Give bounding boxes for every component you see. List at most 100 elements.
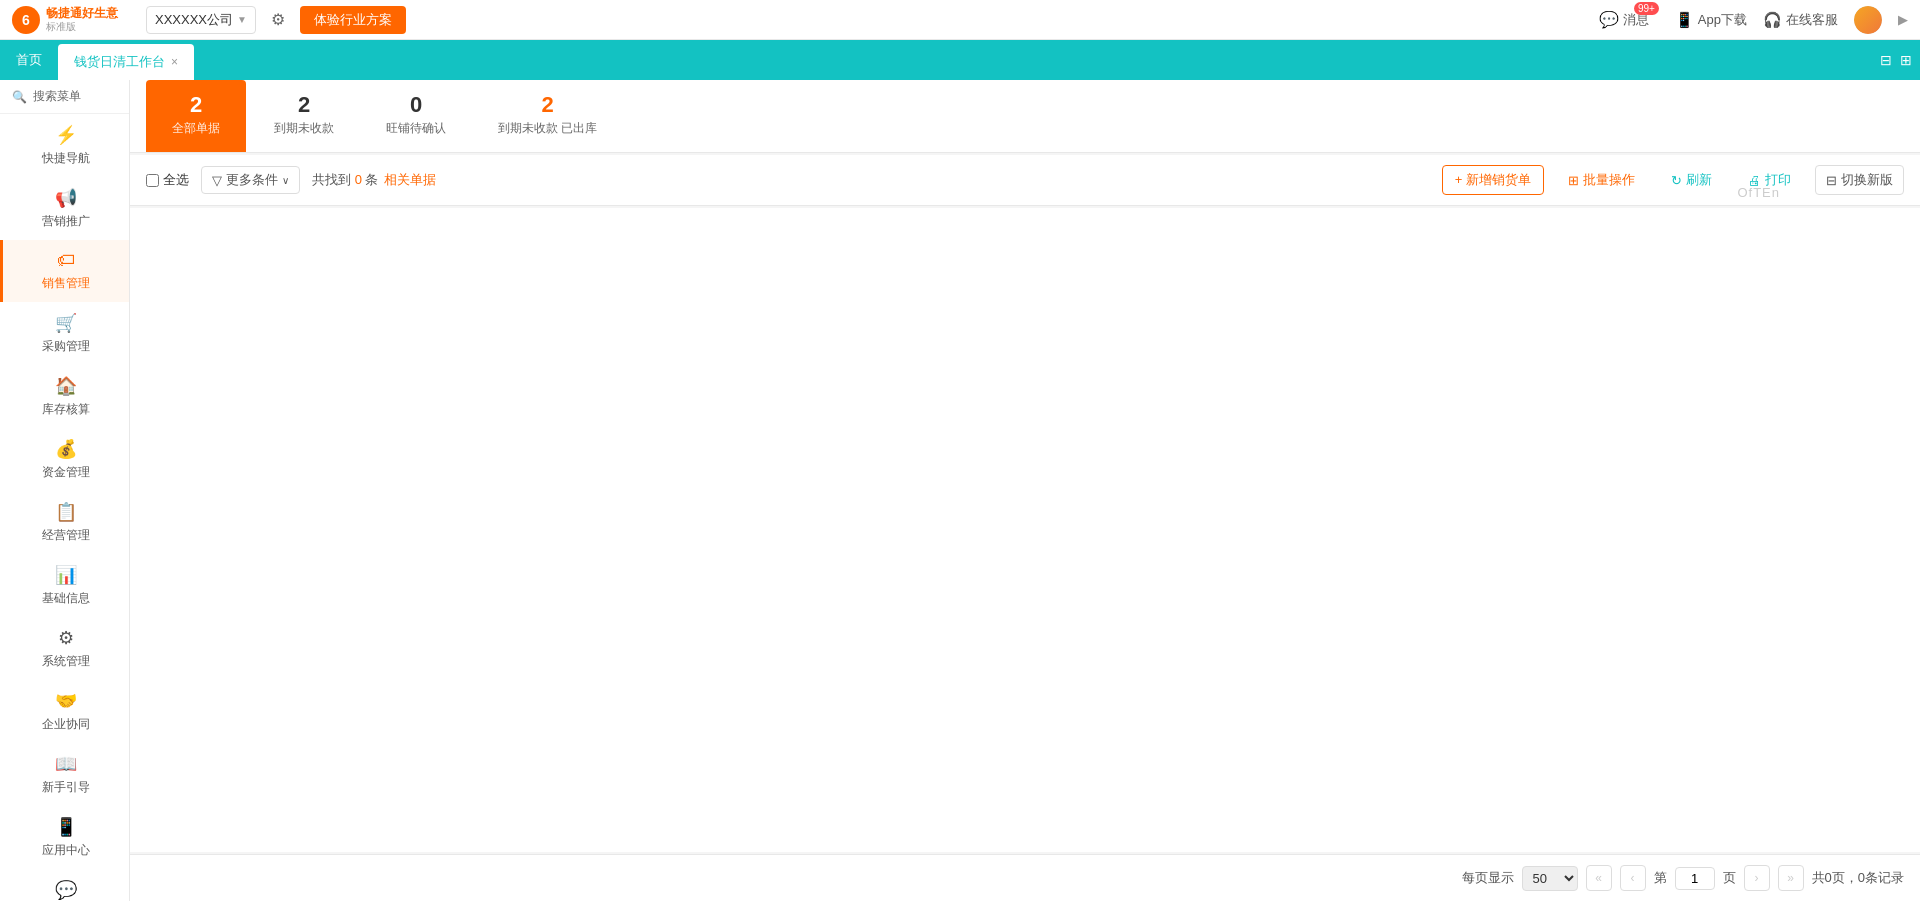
operations-icon: 📋 — [55, 501, 77, 523]
sidebar-item-marketing[interactable]: 📢 营销推广 — [0, 177, 129, 240]
sidebar-label-app-center: 应用中心 — [42, 842, 90, 859]
company-selector[interactable]: XXXXXX公司 ▼ — [146, 6, 256, 34]
company-name: XXXXXX公司 — [155, 11, 233, 29]
stat-num-pending: 0 — [410, 92, 422, 118]
sidebar-label-quick-nav: 快捷导航 — [42, 150, 90, 167]
select-all-checkbox[interactable] — [146, 174, 159, 187]
user-avatar[interactable] — [1854, 6, 1882, 34]
tab-expand-icon[interactable]: ⊞ — [1900, 52, 1912, 68]
sidebar-label-enterprise: 企业协同 — [42, 716, 90, 733]
sidebar-label-marketing: 营销推广 — [42, 213, 90, 230]
sidebar-item-weixin[interactable]: 💬 企业微信 — [0, 869, 129, 901]
tab-home-label: 首页 — [16, 51, 42, 69]
app-download-icon: 📱 — [1675, 11, 1694, 29]
sidebar-item-app-center[interactable]: 📱 应用中心 — [0, 806, 129, 869]
stat-label-overdue: 到期未收款 — [274, 120, 334, 137]
select-all-label[interactable]: 全选 — [146, 171, 189, 189]
logo-text: 畅捷通好生意 标准版 — [46, 6, 118, 32]
sidebar-item-inventory[interactable]: 🏠 库存核算 — [0, 365, 129, 428]
refresh-label: 刷新 — [1686, 171, 1712, 189]
stat-tab-pending[interactable]: 0 旺铺待确认 — [362, 80, 470, 152]
switch-version-btn[interactable]: ⊟ 切换新版 — [1815, 165, 1904, 195]
purchase-icon: 🛒 — [55, 312, 77, 334]
tab-bar: 首页 钱货日清工作台 × ⊟ ⊞ — [0, 40, 1920, 80]
batch-ops-btn[interactable]: ⊞ 批量操作 — [1556, 166, 1647, 194]
tab-bar-actions: ⊟ ⊞ — [1880, 52, 1912, 68]
trial-button[interactable]: 体验行业方案 — [300, 6, 406, 34]
finance-icon: 💰 — [55, 438, 77, 460]
print-btn[interactable]: 🖨 打印 — [1736, 166, 1803, 194]
company-dropdown-arrow: ▼ — [237, 14, 247, 25]
settings-icon[interactable]: ⚙ — [264, 6, 292, 34]
marketing-icon: 📢 — [55, 187, 77, 209]
found-link[interactable]: 相关单据 — [384, 172, 436, 187]
first-page-btn[interactable]: « — [1586, 865, 1612, 891]
filter-button[interactable]: ▽ 更多条件 ∨ — [201, 166, 300, 194]
sidebar-search-label: 搜索菜单 — [33, 88, 81, 105]
tab-active-label: 钱货日清工作台 — [74, 53, 165, 71]
found-count: 0 — [355, 172, 362, 187]
user-name-area[interactable]: ▶ — [1898, 12, 1908, 27]
next-page-btn[interactable]: › — [1744, 865, 1770, 891]
prev-page-btn[interactable]: ‹ — [1620, 865, 1646, 891]
filter-arrow: ∨ — [282, 175, 289, 186]
sidebar-item-system[interactable]: ⚙ 系统管理 — [0, 617, 129, 680]
app-center-icon: 📱 — [55, 816, 77, 838]
total-records: 共0页，0条记录 — [1812, 869, 1904, 887]
online-service-label: 在线客服 — [1786, 11, 1838, 29]
sidebar-item-finance[interactable]: 💰 资金管理 — [0, 428, 129, 491]
sidebar: 🔍 搜索菜单 ⚡ 快捷导航 📢 营销推广 🏷 销售管理 🛒 采购管理 🏠 库存核… — [0, 80, 130, 901]
message-icon: 💬 — [1599, 10, 1619, 29]
toolbar-left: 全选 ▽ 更多条件 ∨ 共找到 0 条 相关单据 — [146, 166, 436, 194]
add-sales-label: + 新增销货单 — [1455, 171, 1531, 189]
switch-icon: ⊟ — [1826, 173, 1837, 188]
sidebar-label-finance: 资金管理 — [42, 464, 90, 481]
batch-icon: ⊞ — [1568, 173, 1579, 188]
filter-icon: ▽ — [212, 173, 222, 188]
messages-action[interactable]: 💬 消息 99+ — [1599, 10, 1649, 29]
online-service-action[interactable]: 🎧 在线客服 — [1763, 11, 1838, 29]
toolbar-right: + 新增销货单 ⊞ 批量操作 ↻ 刷新 🖨 打印 ⊟ 切换新版 — [1442, 165, 1904, 195]
refresh-btn[interactable]: ↻ 刷新 — [1659, 166, 1724, 194]
stat-label-all: 全部单据 — [172, 120, 220, 137]
tab-minimize-icon[interactable]: ⊟ — [1880, 52, 1892, 68]
tab-active[interactable]: 钱货日清工作台 × — [58, 44, 194, 80]
stat-tab-overdue[interactable]: 2 到期未收款 — [250, 80, 358, 152]
sidebar-item-enterprise[interactable]: 🤝 企业协同 — [0, 680, 129, 743]
stat-tab-all[interactable]: 2 全部单据 — [146, 80, 246, 152]
add-sales-btn[interactable]: + 新增销货单 — [1442, 165, 1544, 195]
sidebar-item-quick-nav[interactable]: ⚡ 快捷导航 — [0, 114, 129, 177]
app-download-label: App下载 — [1698, 11, 1747, 29]
tab-close-icon[interactable]: × — [171, 55, 178, 69]
header-left: 6 畅捷通好生意 标准版 XXXXXX公司 ▼ ⚙ 体验行业方案 — [12, 6, 406, 34]
tab-home[interactable]: 首页 — [0, 40, 58, 80]
logo-area: 6 畅捷通好生意 标准版 — [12, 6, 118, 34]
current-page-input[interactable]: 1 — [1675, 867, 1715, 890]
search-icon: 🔍 — [12, 90, 27, 104]
messages-badge: 99+ — [1634, 2, 1659, 15]
app-download-action[interactable]: 📱 App下载 — [1675, 11, 1747, 29]
sidebar-item-purchase[interactable]: 🛒 采购管理 — [0, 302, 129, 365]
enterprise-icon: 🤝 — [55, 690, 77, 712]
sidebar-item-operations[interactable]: 📋 经营管理 — [0, 491, 129, 554]
page-size-select[interactable]: 50 100 — [1522, 866, 1578, 891]
sidebar-search[interactable]: 🔍 搜索菜单 — [0, 80, 129, 114]
sidebar-item-basic-info[interactable]: 📊 基础信息 — [0, 554, 129, 617]
sidebar-item-guide[interactable]: 📖 新手引导 — [0, 743, 129, 806]
switch-label: 切换新版 — [1841, 171, 1893, 189]
stat-label-pending: 旺铺待确认 — [386, 120, 446, 137]
found-text: 共找到 0 条 相关单据 — [312, 171, 436, 189]
stat-tab-shipped[interactable]: 2 到期未收款 已出库 — [474, 80, 621, 152]
print-label: 打印 — [1765, 171, 1791, 189]
sidebar-label-inventory: 库存核算 — [42, 401, 90, 418]
basic-info-icon: 📊 — [55, 564, 77, 586]
header-right: 💬 消息 99+ 📱 App下载 🎧 在线客服 ▶ — [1599, 6, 1908, 34]
pagination-bar: 每页显示 50 100 « ‹ 第 1 页 › » 共0页，0条记录 — [130, 854, 1920, 901]
logo-sub-text: 标准版 — [46, 21, 118, 33]
sidebar-label-sales: 销售管理 — [42, 275, 90, 292]
sidebar-label-purchase: 采购管理 — [42, 338, 90, 355]
sidebar-item-sales[interactable]: 🏷 销售管理 — [0, 240, 129, 302]
inventory-icon: 🏠 — [55, 375, 77, 397]
logo-main-text: 畅捷通好生意 — [46, 6, 118, 20]
last-page-btn[interactable]: » — [1778, 865, 1804, 891]
